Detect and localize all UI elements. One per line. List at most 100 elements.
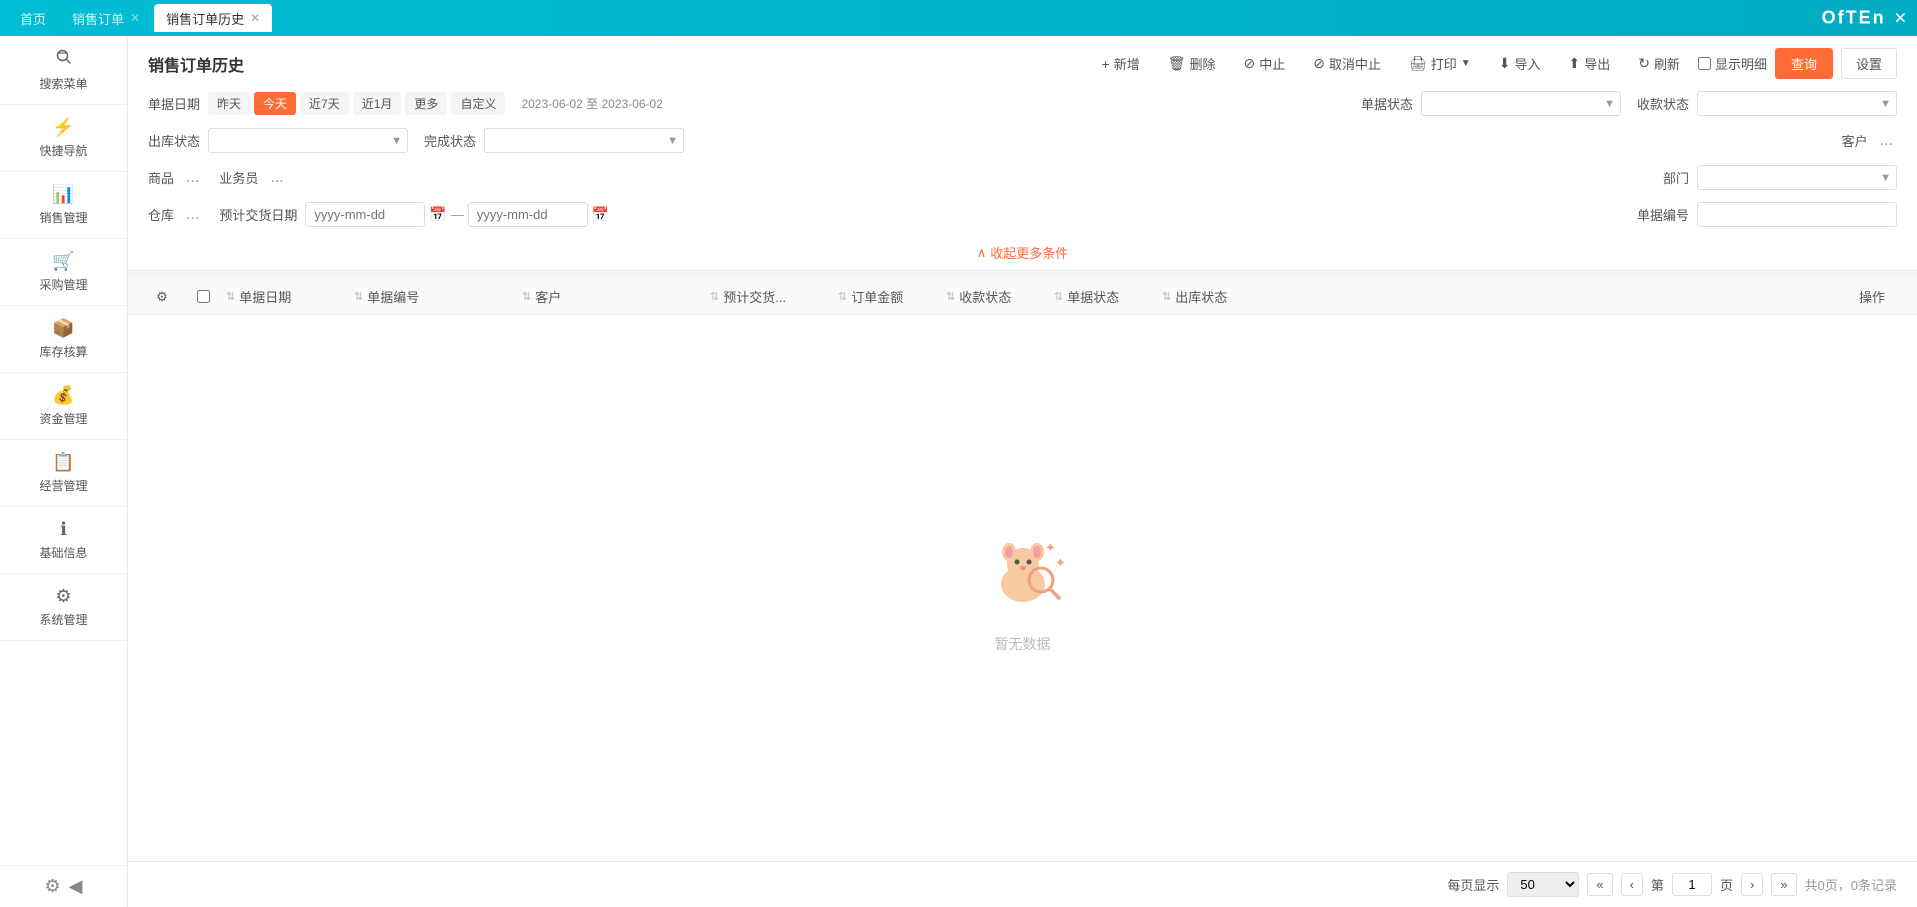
check-all[interactable] xyxy=(197,290,210,303)
chip-last-month[interactable]: 近1月 xyxy=(353,92,402,115)
sort-number-icon: ⇅ xyxy=(354,290,363,303)
svg-text:✦: ✦ xyxy=(1045,540,1056,555)
out-status-select[interactable] xyxy=(208,128,408,153)
page-size-select[interactable]: 50 10 20 100 xyxy=(1507,872,1579,897)
col-order-status[interactable]: ⇅ 单据状态 xyxy=(1054,287,1154,306)
chip-last7[interactable]: 近7天 xyxy=(300,92,349,115)
delete-label: 删除 xyxy=(1189,54,1215,73)
last-page-button[interactable]: » xyxy=(1771,873,1796,896)
col-order-status-label: 单据状态 xyxy=(1067,287,1119,306)
query-button[interactable]: 查询 xyxy=(1775,48,1833,79)
filter-area: 单据日期 昨天 今天 近7天 近1月 更多 自定义 2023-06-02 至 2… xyxy=(148,91,1897,270)
date-chips: 昨天 今天 近7天 近1月 更多 自定义 xyxy=(208,92,505,115)
collapse-sidebar-icon[interactable]: ◀ xyxy=(69,876,83,897)
refresh-button[interactable]: ↻ 刷新 xyxy=(1628,49,1690,78)
sidebar-item-system-mgmt-label: 系统管理 xyxy=(39,611,87,628)
add-button[interactable]: + 新增 xyxy=(1092,49,1150,78)
chip-yesterday[interactable]: 昨天 xyxy=(208,92,250,115)
tab-home[interactable]: 首页 xyxy=(8,4,58,32)
window-close-icon[interactable]: ✕ xyxy=(1894,8,1907,28)
add-label: 新增 xyxy=(1114,54,1140,73)
calendar-start-icon[interactable]: 📅 xyxy=(429,206,446,223)
top-bar: 首页 销售订单 ✕ 销售订单历史 ✕ OfTEn ✕ xyxy=(0,0,1917,36)
svg-text:✦: ✦ xyxy=(1055,555,1066,570)
customer-dots[interactable]: ... xyxy=(1876,132,1897,150)
import-button[interactable]: ⬇ 导入 xyxy=(1489,49,1551,78)
sidebar-item-finance-mgmt[interactable]: 💰 资金管理 xyxy=(0,373,127,440)
print-arrow: ▼ xyxy=(1461,58,1471,69)
filter-department: 部门 ▼ xyxy=(1663,165,1897,190)
tab-sales-order[interactable]: 销售订单 ✕ xyxy=(60,4,152,32)
cancel-stop-icon: ⊘ xyxy=(1313,55,1325,72)
export-button[interactable]: ⬆ 导出 xyxy=(1558,49,1620,78)
refresh-icon: ↻ xyxy=(1638,55,1650,72)
customer-label: 客户 xyxy=(1842,131,1868,150)
calendar-end-icon[interactable]: 📅 xyxy=(592,206,609,223)
col-customer[interactable]: ⇅ 客户 xyxy=(522,287,702,306)
sidebar-item-search-menu[interactable]: 搜索菜单 xyxy=(0,36,127,105)
order-number-input[interactable] xyxy=(1697,202,1897,227)
finance-mgmt-icon: 💰 xyxy=(52,385,74,406)
filter-payment-status: 收款状态 ▼ xyxy=(1637,91,1897,116)
warehouse-dots[interactable]: ... xyxy=(182,206,203,224)
collapse-bar[interactable]: ∧ 收起更多条件 xyxy=(148,239,1897,270)
settings-button[interactable]: 设置 xyxy=(1841,48,1897,79)
col-date[interactable]: ⇅ 单据日期 xyxy=(226,287,346,306)
order-status-select[interactable] xyxy=(1421,91,1621,116)
col-check[interactable] xyxy=(188,290,218,303)
col-amount[interactable]: ⇅ 订单金额 xyxy=(838,287,938,306)
add-icon: + xyxy=(1102,56,1110,72)
sidebar-item-business-mgmt[interactable]: 📋 经营管理 xyxy=(0,440,127,507)
sidebar-item-system-mgmt[interactable]: ⚙ 系统管理 xyxy=(0,574,127,641)
tab-home-label: 首页 xyxy=(20,9,46,28)
prev-page-button[interactable]: ‹ xyxy=(1621,873,1643,896)
payment-status-select[interactable] xyxy=(1697,91,1897,116)
chip-today[interactable]: 今天 xyxy=(254,92,296,115)
cancel-stop-label: 取消中止 xyxy=(1329,54,1381,73)
settings-bottom-icon[interactable]: ⚙ xyxy=(45,876,61,897)
sidebar-item-sales-mgmt[interactable]: 📊 销售管理 xyxy=(0,172,127,239)
product-label: 商品 xyxy=(148,168,174,187)
product-dots[interactable]: ... xyxy=(182,169,203,187)
filter-order-status: 单据状态 ▼ xyxy=(1361,91,1621,116)
col-delivery[interactable]: ⇅ 预计交货... xyxy=(710,287,830,306)
first-page-button[interactable]: « xyxy=(1587,873,1612,896)
sidebar-item-inventory[interactable]: 📦 库存核算 xyxy=(0,306,127,373)
filter-complete-status: 完成状态 ▼ xyxy=(424,128,684,153)
col-number[interactable]: ⇅ 单据编号 xyxy=(354,287,514,306)
top-bar-right: OfTEn ✕ xyxy=(1822,8,1907,29)
print-button[interactable]: 🖨 打印 ▼ xyxy=(1399,49,1481,78)
salesperson-dots[interactable]: ... xyxy=(266,169,287,187)
page-number-input[interactable] xyxy=(1672,873,1712,896)
complete-status-select[interactable] xyxy=(484,128,684,153)
delivery-date-start[interactable] xyxy=(305,202,425,227)
chip-more[interactable]: 更多 xyxy=(405,92,447,115)
delete-button[interactable]: 🗑 删除 xyxy=(1158,49,1226,78)
payment-status-select-wrapper: ▼ xyxy=(1697,91,1897,116)
department-select[interactable] xyxy=(1697,165,1897,190)
col-out-status[interactable]: ⇅ 出库状态 xyxy=(1162,287,1262,306)
sales-mgmt-icon: 📊 xyxy=(52,184,74,205)
sidebar-item-quick-nav[interactable]: ⚡ 快捷导航 xyxy=(0,105,127,172)
chip-custom[interactable]: 自定义 xyxy=(451,92,505,115)
display-toggle-checkbox[interactable] xyxy=(1698,57,1711,70)
tab-sales-order-history[interactable]: 销售订单历史 ✕ xyxy=(154,4,272,32)
sidebar-item-sales-mgmt-label: 销售管理 xyxy=(39,209,87,226)
tab-sales-order-close[interactable]: ✕ xyxy=(130,11,140,25)
footer-bar: 每页显示 50 10 20 100 « ‹ 第 页 › » 共0页，0条记录 xyxy=(128,861,1917,907)
delivery-date-end[interactable] xyxy=(468,202,588,227)
sidebar-item-purchase-mgmt[interactable]: 🛒 采购管理 xyxy=(0,239,127,306)
sidebar-item-purchase-mgmt-label: 采购管理 xyxy=(39,276,87,293)
next-page-button[interactable]: › xyxy=(1741,873,1763,896)
page-unit: 页 xyxy=(1720,875,1733,894)
sort-date-icon: ⇅ xyxy=(226,290,235,303)
empty-state: ✦ ✦ 暂无数据 xyxy=(128,315,1917,861)
department-select-wrapper: ▼ xyxy=(1697,165,1897,190)
col-settings[interactable]: ⚙ xyxy=(144,289,180,305)
tab-sales-order-history-close[interactable]: ✕ xyxy=(250,11,260,25)
sidebar-item-basic-info[interactable]: ℹ 基础信息 xyxy=(0,507,127,574)
order-status-label: 单据状态 xyxy=(1361,94,1413,113)
cancel-stop-button[interactable]: ⊘ 取消中止 xyxy=(1303,49,1391,78)
stop-button[interactable]: ⊘ 中止 xyxy=(1234,49,1296,78)
col-pay-status[interactable]: ⇅ 收款状态 xyxy=(946,287,1046,306)
